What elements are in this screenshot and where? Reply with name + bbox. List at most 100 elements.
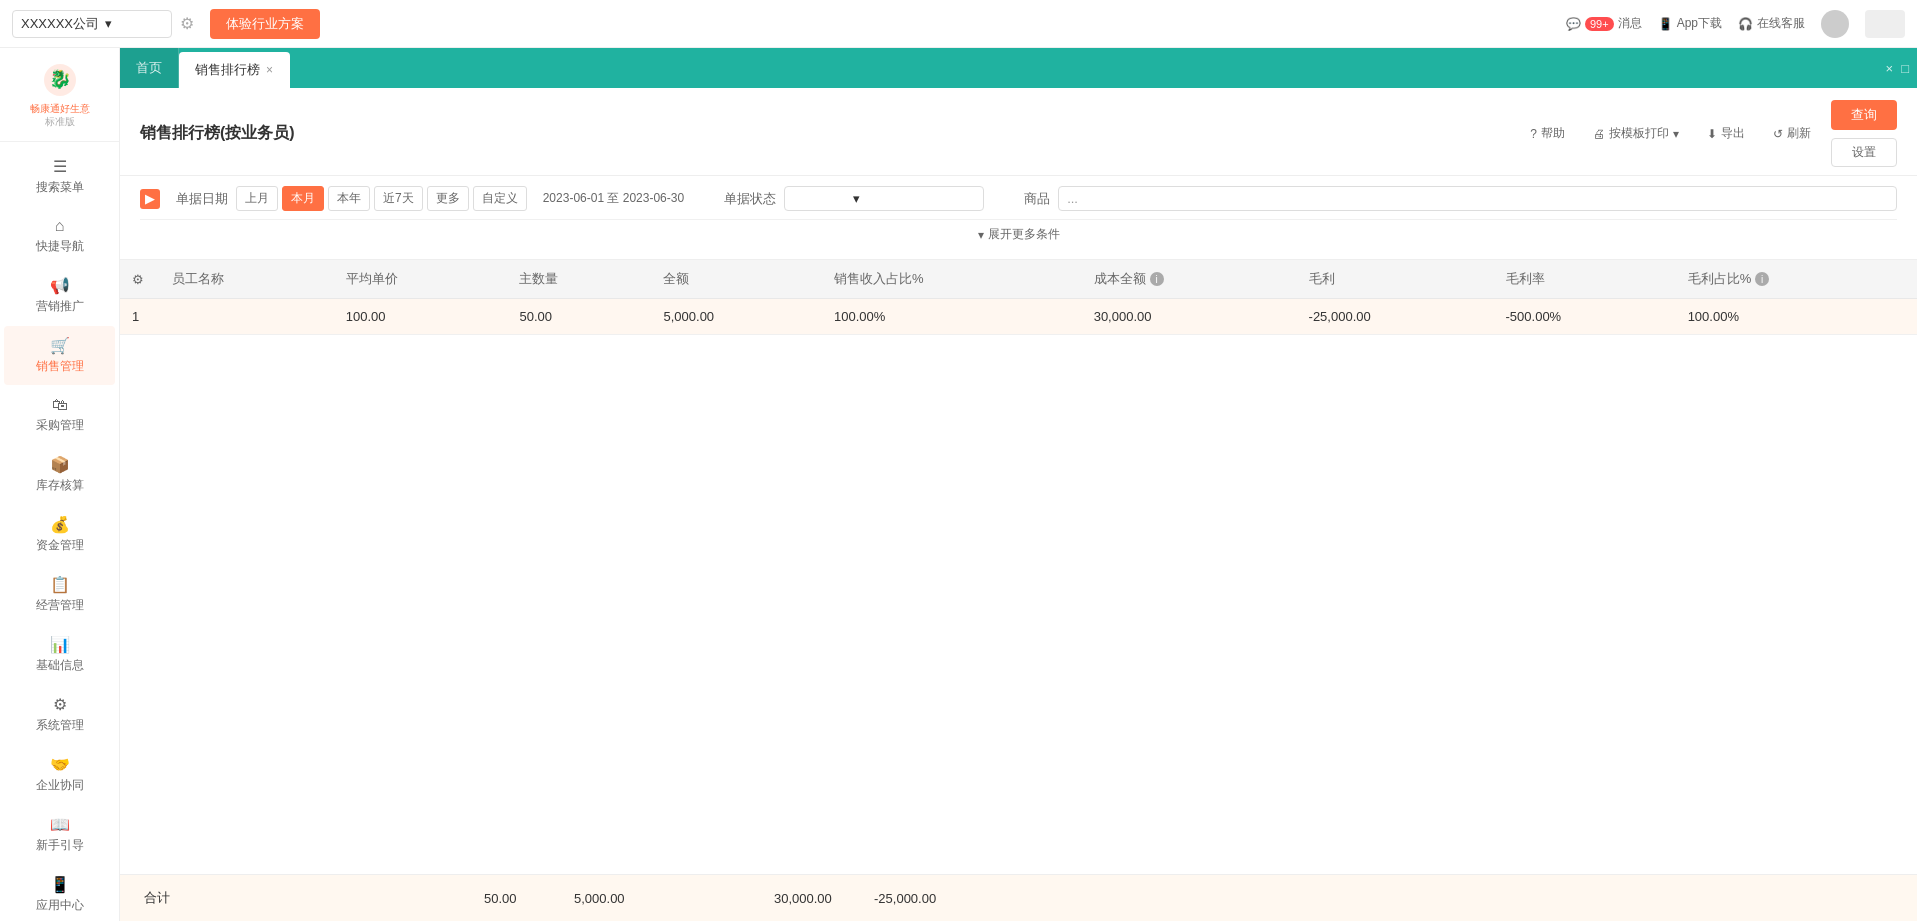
page-header: 销售排行榜(按业务员) ? 帮助 🖨 按模板打印 ▾ — [120, 88, 1917, 176]
tab-home-label: 首页 — [136, 59, 162, 77]
headset-icon: 🎧 — [1738, 17, 1753, 31]
sidebar-item-inventory[interactable]: 📦 库存核算 — [4, 445, 115, 504]
search-menu-icon: ☰ — [53, 157, 67, 176]
th-gross-pct: 毛利占比% i — [1676, 260, 1917, 299]
sidebar-item-label: 基础信息 — [36, 657, 84, 674]
cell-sales-pct: 100.00% — [822, 299, 1082, 335]
app-container: XXXXXX公司 ▾ ⚙ 体验行业方案 💬 99+ 消息 📱 App下载 🎧 在… — [0, 0, 1917, 921]
sidebar-item-system[interactable]: ⚙ 系统管理 — [4, 685, 115, 744]
top-bar-mid: 体验行业方案 — [194, 9, 1566, 39]
finance-icon: 💰 — [50, 515, 70, 534]
sidebar-item-label: 营销推广 — [36, 298, 84, 315]
filter-row: ▶ 单据日期 上月 本月 本年 近7天 更多 自定义 — [140, 186, 1897, 211]
logo-sub: 标准版 — [45, 115, 75, 129]
user-name-area — [1865, 10, 1905, 38]
sidebar-item-finance[interactable]: 💰 资金管理 — [4, 505, 115, 564]
sidebar-item-enterprise[interactable]: 🤝 企业协同 — [4, 745, 115, 804]
period-this-year[interactable]: 本年 — [328, 186, 370, 211]
refresh-button[interactable]: ↺ 刷新 — [1765, 121, 1819, 146]
tab-close-icon[interactable]: × — [266, 63, 273, 77]
th-qty: 主数量 — [507, 260, 651, 299]
trial-button[interactable]: 体验行业方案 — [210, 9, 320, 39]
purchase-icon: 🛍 — [52, 396, 68, 414]
filter-area: ▶ 单据日期 上月 本月 本年 近7天 更多 自定义 — [120, 176, 1917, 260]
sidebar-item-guide[interactable]: 📖 新手引导 — [4, 805, 115, 864]
expand-button[interactable]: ▾ 展开更多条件 — [978, 226, 1060, 243]
app-download-area[interactable]: 📱 App下载 — [1658, 15, 1722, 32]
expand-icon: ▾ — [978, 228, 984, 242]
refresh-icon: ↺ — [1773, 127, 1783, 141]
footer-amount: 5,000.00 — [562, 885, 652, 912]
tab-sales-ranking[interactable]: 销售排行榜 × — [179, 52, 290, 88]
user-avatar[interactable] — [1821, 10, 1849, 38]
table-footer: 合计 50.00 5,000.00 30,000.00 -25,000.00 — [120, 874, 1917, 921]
footer-cost: 30,000.00 — [762, 885, 862, 912]
inventory-icon: 📦 — [50, 455, 70, 474]
sidebar-item-sales[interactable]: 🛒 销售管理 — [4, 326, 115, 385]
period-buttons: 上月 本月 本年 近7天 更多 自定义 — [236, 186, 527, 211]
basic-icon: 📊 — [50, 635, 70, 654]
period-7days[interactable]: 近7天 — [374, 186, 423, 211]
period-this-month[interactable]: 本月 — [282, 186, 324, 211]
sidebar-item-purchase[interactable]: 🛍 采购管理 — [4, 386, 115, 444]
sidebar-logo: 🐉 畅康通好生意 标准版 — [0, 48, 119, 142]
table-container: ⚙ 员工名称 平均单价 主数量 全额 销售收入占比% 成本全额 — [120, 260, 1917, 567]
th-settings: ⚙ — [120, 260, 160, 299]
sidebar-item-operation[interactable]: 📋 经营管理 — [4, 565, 115, 624]
sidebar-item-basic[interactable]: 📊 基础信息 — [4, 625, 115, 684]
status-filter-label: 单据状态 — [724, 190, 776, 208]
cost-info-icon[interactable]: i — [1150, 272, 1164, 286]
period-last-month[interactable]: 上月 — [236, 186, 278, 211]
sidebar-item-label: 新手引导 — [36, 837, 84, 854]
cell-qty: 50.00 — [507, 299, 651, 335]
status-select[interactable]: ▾ — [784, 186, 984, 211]
sidebar-item-label: 销售管理 — [36, 358, 84, 375]
th-cost: 成本全额 i — [1082, 260, 1297, 299]
cell-name — [160, 299, 334, 335]
settings-button[interactable]: 设置 — [1831, 138, 1897, 167]
gross-pct-info-icon[interactable]: i — [1755, 272, 1769, 286]
page-actions: ? 帮助 🖨 按模板打印 ▾ ⬇ 导出 — [1522, 100, 1897, 167]
goods-filter: 商品 ... — [1024, 186, 1897, 211]
logo-icon: 🐉 — [40, 60, 80, 100]
query-button[interactable]: 查询 — [1831, 100, 1897, 130]
sidebar-item-search[interactable]: ☰ 搜索菜单 — [4, 147, 115, 206]
print-button[interactable]: 🖨 按模板打印 ▾ — [1585, 121, 1687, 146]
online-service-area[interactable]: 🎧 在线客服 — [1738, 15, 1805, 32]
sidebar-item-marketing[interactable]: 📢 营销推广 — [4, 266, 115, 325]
settings-gear-icon[interactable]: ⚙ — [180, 14, 194, 33]
period-custom[interactable]: 自定义 — [473, 186, 527, 211]
apps-icon: 📱 — [50, 875, 70, 894]
enterprise-icon: 🤝 — [50, 755, 70, 774]
sidebar-item-label: 搜索菜单 — [36, 179, 84, 196]
sidebar-item-label: 应用中心 — [36, 897, 84, 914]
tab-home[interactable]: 首页 — [120, 48, 179, 88]
footer-label: 合计 — [132, 883, 382, 913]
message-label: 消息 — [1618, 15, 1642, 32]
th-gross-rate: 毛利率 — [1494, 260, 1676, 299]
sidebar-item-quick-nav[interactable]: ⌂ 快捷导航 — [4, 207, 115, 265]
period-more[interactable]: 更多 — [427, 186, 469, 211]
tab-window-maximize-icon[interactable]: □ — [1901, 61, 1909, 76]
export-button[interactable]: ⬇ 导出 — [1699, 121, 1753, 146]
page-content: 销售排行榜(按业务员) ? 帮助 🖨 按模板打印 ▾ — [120, 88, 1917, 921]
tab-window-close-icon[interactable]: × — [1886, 61, 1894, 76]
print-dropdown-icon: ▾ — [1673, 127, 1679, 141]
date-filter-label: 单据日期 — [176, 190, 228, 208]
th-gross-pct-label: 毛利占比% — [1688, 270, 1752, 288]
help-button[interactable]: ? 帮助 — [1522, 121, 1573, 146]
goods-select[interactable]: ... — [1058, 186, 1897, 211]
goods-select-value: ... — [1067, 191, 1078, 206]
filter-collapse-button[interactable]: ▶ — [140, 189, 160, 209]
sidebar-item-apps[interactable]: 📱 应用中心 — [4, 865, 115, 921]
marketing-icon: 📢 — [50, 276, 70, 295]
expand-label: 展开更多条件 — [988, 226, 1060, 243]
cell-avg-price: 100.00 — [334, 299, 508, 335]
app-download-label: App下载 — [1677, 15, 1722, 32]
message-icon-area[interactable]: 💬 99+ 消息 — [1566, 15, 1642, 32]
sidebar-item-label: 快捷导航 — [36, 238, 84, 255]
svg-text:🐉: 🐉 — [49, 68, 72, 90]
sales-icon: 🛒 — [50, 336, 70, 355]
th-avg-price: 平均单价 — [334, 260, 508, 299]
company-selector[interactable]: XXXXXX公司 ▾ — [12, 10, 172, 38]
